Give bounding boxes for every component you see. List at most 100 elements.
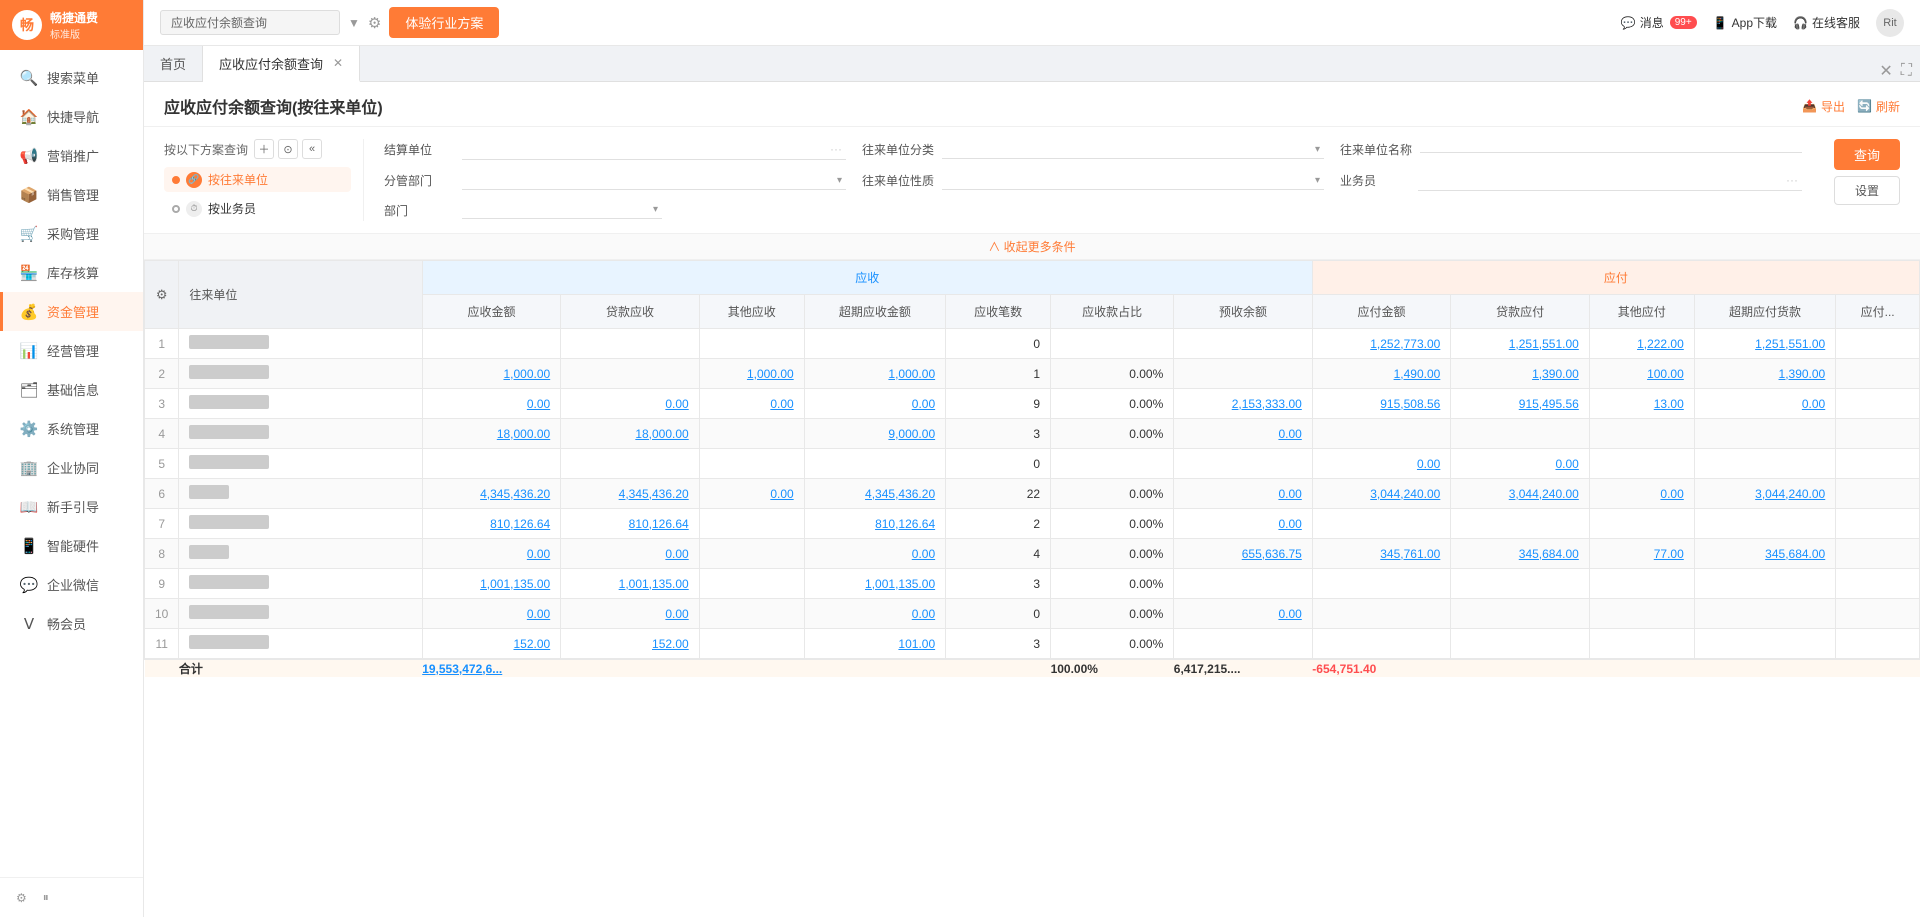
cell-ap_loan: 3,044,240.00 — [1451, 479, 1590, 509]
add-scheme-button[interactable]: ＋ — [254, 139, 274, 159]
settings-icon[interactable]: ⚙ — [16, 891, 27, 905]
cell-ar_ratio: 0.00% — [1051, 539, 1174, 569]
input-dept[interactable]: ▾ — [462, 172, 846, 190]
collapse-bar[interactable]: ∧ 收起更多条件 — [144, 234, 1920, 260]
data-table: ⚙ 往来单位 应收 应付 应收金额 贷款应收 其他应收 超期应收金额 应收笔数 … — [144, 260, 1920, 677]
cell-ap_other: 77.00 — [1589, 539, 1694, 569]
refresh-button[interactable]: 🔄 刷新 — [1857, 98, 1900, 115]
export-icon: 📤 — [1802, 99, 1817, 113]
footer-ap-amount: -654,751.40 — [1312, 659, 1451, 677]
gear-icon[interactable]: ⚙ — [368, 14, 381, 32]
cell-ap_loan — [1451, 629, 1590, 660]
message-label: 消息 — [1640, 14, 1664, 31]
table-row: 500.000.00 — [145, 449, 1920, 479]
cell-no: 5 — [145, 449, 179, 479]
sidebar-item-search[interactable]: 🔍搜索菜单 — [0, 58, 143, 97]
finance-icon: 💰 — [19, 303, 39, 321]
cell-no: 8 — [145, 539, 179, 569]
sidebar-item-purchase[interactable]: 🛒采购管理 — [0, 214, 143, 253]
input-settlement[interactable]: ··· — [462, 139, 846, 160]
sidebar-item-wechat[interactable]: 💬企业微信 — [0, 565, 143, 604]
filter-option-salesman[interactable]: ⏱ 按业务员 — [164, 196, 351, 221]
cell-ar_prepay — [1174, 329, 1313, 359]
sidebar-item-basic[interactable]: 🗂基础信息 — [0, 370, 143, 409]
cell-ap_other: 13.00 — [1589, 389, 1694, 419]
cell-ar_ratio — [1051, 329, 1174, 359]
cell-ap_more — [1836, 449, 1920, 479]
col-ar-amount: 应收金额 — [422, 295, 561, 329]
cell-ar_amount: 1,001,135.00 — [422, 569, 561, 599]
refresh-icon: 🔄 — [1857, 99, 1872, 113]
online-service-button[interactable]: 🎧 在线客服 — [1793, 14, 1860, 31]
input-department[interactable]: ▾ — [462, 201, 662, 219]
cell-ar_other — [699, 629, 804, 660]
cell-ap_loan: 0.00 — [1451, 449, 1590, 479]
sidebar-item-vip[interactable]: Ⅴ畅会员 — [0, 604, 143, 643]
message-badge: 99+ — [1670, 16, 1697, 29]
app-download-button[interactable]: 📱 App下载 — [1713, 14, 1777, 31]
collapse-label: 收起更多条件 — [1004, 240, 1076, 254]
app-icon: 📱 — [1713, 16, 1728, 30]
label-partner-type: 往来单位分类 — [862, 141, 934, 158]
setting-button[interactable]: 设置 — [1834, 176, 1900, 205]
collapse-scheme-button[interactable]: « — [302, 139, 322, 159]
cell-ar_amount: 1,000.00 — [422, 359, 561, 389]
cell-ar_ratio — [1051, 449, 1174, 479]
footer-ar-overdue — [804, 659, 945, 677]
window-expand-icon[interactable]: ⛶ — [1901, 62, 1912, 80]
cell-ar_loan: 0.00 — [561, 539, 700, 569]
tab-close-icon[interactable]: ✕ — [333, 56, 343, 70]
table-row: 7810,126.64810,126.64810,126.6420.00%0.0… — [145, 509, 1920, 539]
sidebar-item-hardware[interactable]: 📱智能硬件 — [0, 526, 143, 565]
input-partner-type[interactable]: ▾ — [942, 141, 1324, 159]
cell-ar_count: 2 — [946, 509, 1051, 539]
sidebar-item-marketing[interactable]: 📢营销推广 — [0, 136, 143, 175]
query-button[interactable]: 查询 — [1834, 139, 1900, 170]
input-partner-nature[interactable]: ▾ — [942, 172, 1324, 190]
cell-ar_ratio: 0.00% — [1051, 599, 1174, 629]
sidebar-item-finance[interactable]: 💰 资金管理 — [0, 292, 143, 331]
col-ar-count: 应收笔数 — [946, 295, 1051, 329]
cell-ar_prepay — [1174, 449, 1313, 479]
sidebar-item-corp[interactable]: 🏢企业协同 — [0, 448, 143, 487]
cell-ar_prepay: 0.00 — [1174, 419, 1313, 449]
export-button[interactable]: 📤 导出 — [1802, 98, 1845, 115]
cell-ar_count: 3 — [946, 569, 1051, 599]
service-icon: 🎧 — [1793, 16, 1808, 30]
sidebar-item-guide[interactable]: 📖新手引导 — [0, 487, 143, 526]
sidebar-item-quick[interactable]: 🏠快捷导航 — [0, 97, 143, 136]
cell-ap_more — [1836, 509, 1920, 539]
tab-arbal-label: 应收应付余额查询 — [219, 54, 323, 73]
cell-ar_amount: 152.00 — [422, 629, 561, 660]
tab-home[interactable]: 首页 — [144, 45, 203, 81]
filter-option-partner[interactable]: 🔗 按往来单位 — [164, 167, 351, 192]
cell-ar_amount: 810,126.64 — [422, 509, 561, 539]
input-partner-name[interactable] — [1420, 146, 1802, 153]
page-title: 应收应付余额查询(按往来单位) — [164, 94, 383, 118]
cell-ap_loan — [1451, 599, 1590, 629]
sidebar-item-inventory[interactable]: 🏪库存核算 — [0, 253, 143, 292]
cell-no: 11 — [145, 629, 179, 660]
avatar[interactable]: Rit — [1876, 9, 1904, 37]
sidebar-item-sales[interactable]: 📦销售管理 — [0, 175, 143, 214]
col-settings[interactable]: ⚙ — [145, 261, 179, 329]
collapse-icon[interactable]: ⏸ — [43, 890, 49, 905]
message-button[interactable]: 💬 消息 99+ — [1621, 14, 1697, 31]
window-close-icon[interactable]: ✕ — [1879, 61, 1892, 81]
cell-ap_more — [1836, 389, 1920, 419]
solution-button[interactable]: 体验行业方案 — [389, 7, 499, 38]
sidebar-item-operations[interactable]: 📊经营管理 — [0, 331, 143, 370]
cell-ap_amount — [1312, 599, 1451, 629]
label-salesman: 业务员 — [1340, 172, 1410, 189]
sidebar: 畅 畅捷通费 标准版 🔍搜索菜单🏠快捷导航📢营销推广📦销售管理🛒采购管理🏪库存核… — [0, 0, 144, 917]
input-salesman[interactable]: ··· — [1418, 170, 1802, 191]
cell-ar_count: 4 — [946, 539, 1051, 569]
cell-ar_ratio: 0.00% — [1051, 389, 1174, 419]
sidebar-label-vip: 畅会员 — [47, 614, 86, 633]
sidebar-item-system[interactable]: ⚙️系统管理 — [0, 409, 143, 448]
tab-arbal[interactable]: 应收应付余额查询 ✕ — [203, 46, 360, 82]
edit-scheme-button[interactable]: ⊙ — [278, 139, 298, 159]
cell-ap_more — [1836, 329, 1920, 359]
sidebar-label-finance: 资金管理 — [47, 302, 99, 321]
filter-area: 按以下方案查询 ＋ ⊙ « 🔗 按往来单位 ⏱ — [144, 127, 1920, 234]
